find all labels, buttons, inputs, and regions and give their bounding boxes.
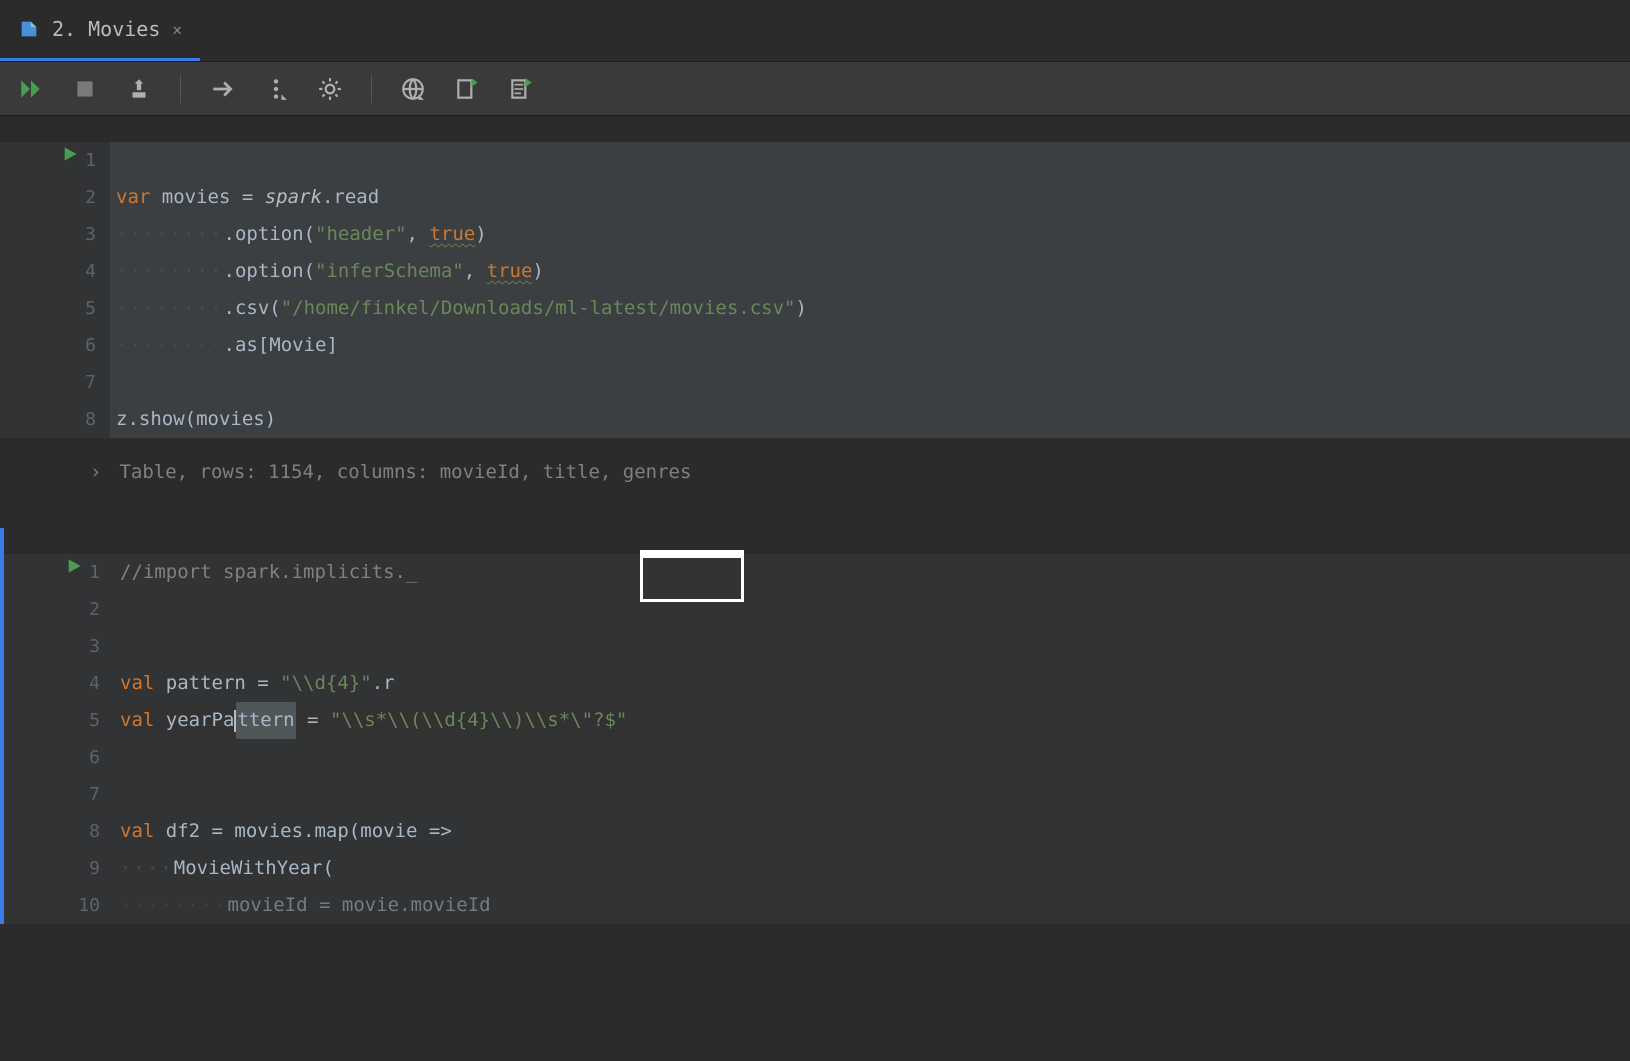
- clear-output-icon[interactable]: [126, 76, 152, 102]
- globe-icon[interactable]: [400, 76, 426, 102]
- code-line: var movies = spark.read: [110, 179, 1630, 216]
- code-line: [114, 591, 1630, 628]
- line-number: 6: [4, 739, 114, 776]
- code-line: val pattern = "\\d{4}".r: [114, 665, 1630, 702]
- toolbar: [0, 62, 1630, 116]
- tab-label: 2. Movies: [52, 17, 160, 41]
- line-number: 4: [4, 665, 114, 702]
- code-line: ········.option("header", true): [110, 216, 1630, 253]
- gutter: 1 2 3 4 5 6 7 8: [0, 142, 110, 438]
- code-line: ········.csv("/home/finkel/Downloads/ml-…: [110, 290, 1630, 327]
- code-line: z.show(movies): [110, 401, 1630, 438]
- output-text: Table, rows: 1154, columns: movieId, tit…: [119, 461, 691, 483]
- cell-gap: [0, 506, 1630, 528]
- divider: [180, 75, 181, 103]
- code-cell-2[interactable]: 1 2 3 4 5 6 7 8 9 10 //import spark.impl…: [0, 528, 1630, 924]
- line-number: 5: [0, 290, 110, 327]
- run-cell-icon[interactable]: [62, 146, 78, 167]
- chevron-right-icon[interactable]: ›: [90, 461, 101, 483]
- code-line: //import spark.implicits._: [114, 554, 1630, 591]
- code-line: val df2 = movies.map(movie =>: [114, 813, 1630, 850]
- line-number: 3: [0, 216, 110, 253]
- code-line: ········.as[Movie]: [110, 327, 1630, 364]
- notebook-body: 1 2 3 4 5 6 7 8 var movies = spark.read …: [0, 116, 1630, 924]
- line-number: 4: [0, 253, 110, 290]
- code-cell-1[interactable]: 1 2 3 4 5 6 7 8 var movies = spark.read …: [0, 116, 1630, 438]
- line-number: 6: [0, 327, 110, 364]
- code-line: [114, 776, 1630, 813]
- close-icon[interactable]: ✕: [172, 20, 182, 39]
- code-line: [114, 628, 1630, 665]
- run-all-icon[interactable]: [18, 76, 44, 102]
- insert-cell-icon[interactable]: [454, 76, 480, 102]
- gutter: 1 2 3 4 5 6 7 8 9 10: [4, 554, 114, 924]
- line-number: 1: [0, 142, 110, 179]
- line-number: 10: [4, 887, 114, 924]
- code-line: [110, 142, 1630, 179]
- line-number: 5: [4, 702, 114, 739]
- cell-output[interactable]: › Table, rows: 1154, columns: movieId, t…: [0, 438, 1630, 506]
- tab-bar: 2. Movies ✕: [0, 0, 1630, 62]
- zeppelin-notebook-icon: [18, 18, 40, 40]
- code-line: ········.option("inferSchema", true): [110, 253, 1630, 290]
- code-line-current: val yearPattern = "\\s*\\(\\d{4}\\)\\s*\…: [114, 702, 1630, 739]
- run-cell-icon[interactable]: [66, 558, 82, 579]
- tab-movies[interactable]: 2. Movies ✕: [0, 0, 200, 61]
- gear-icon[interactable]: [317, 76, 343, 102]
- line-number: 7: [4, 776, 114, 813]
- line-number: 2: [4, 591, 114, 628]
- run-below-icon[interactable]: [209, 76, 235, 102]
- line-number: 1: [4, 554, 114, 591]
- more-icon[interactable]: [263, 76, 289, 102]
- code-editor[interactable]: //import spark.implicits._ val pattern =…: [114, 554, 1630, 924]
- stop-icon[interactable]: [72, 76, 98, 102]
- line-number: 9: [4, 850, 114, 887]
- insert-markdown-icon[interactable]: [508, 76, 534, 102]
- line-number: 8: [0, 401, 110, 438]
- code-editor[interactable]: var movies = spark.read ········.option(…: [110, 142, 1630, 438]
- line-number: 7: [0, 364, 110, 401]
- code-line: ········movieId = movie.movieId: [114, 887, 1630, 924]
- line-number: 8: [4, 813, 114, 850]
- line-number: 3: [4, 628, 114, 665]
- line-number: 2: [0, 179, 110, 216]
- code-line: [110, 364, 1630, 401]
- divider: [371, 75, 372, 103]
- code-line: [114, 739, 1630, 776]
- code-line: ····MovieWithYear(: [114, 850, 1630, 887]
